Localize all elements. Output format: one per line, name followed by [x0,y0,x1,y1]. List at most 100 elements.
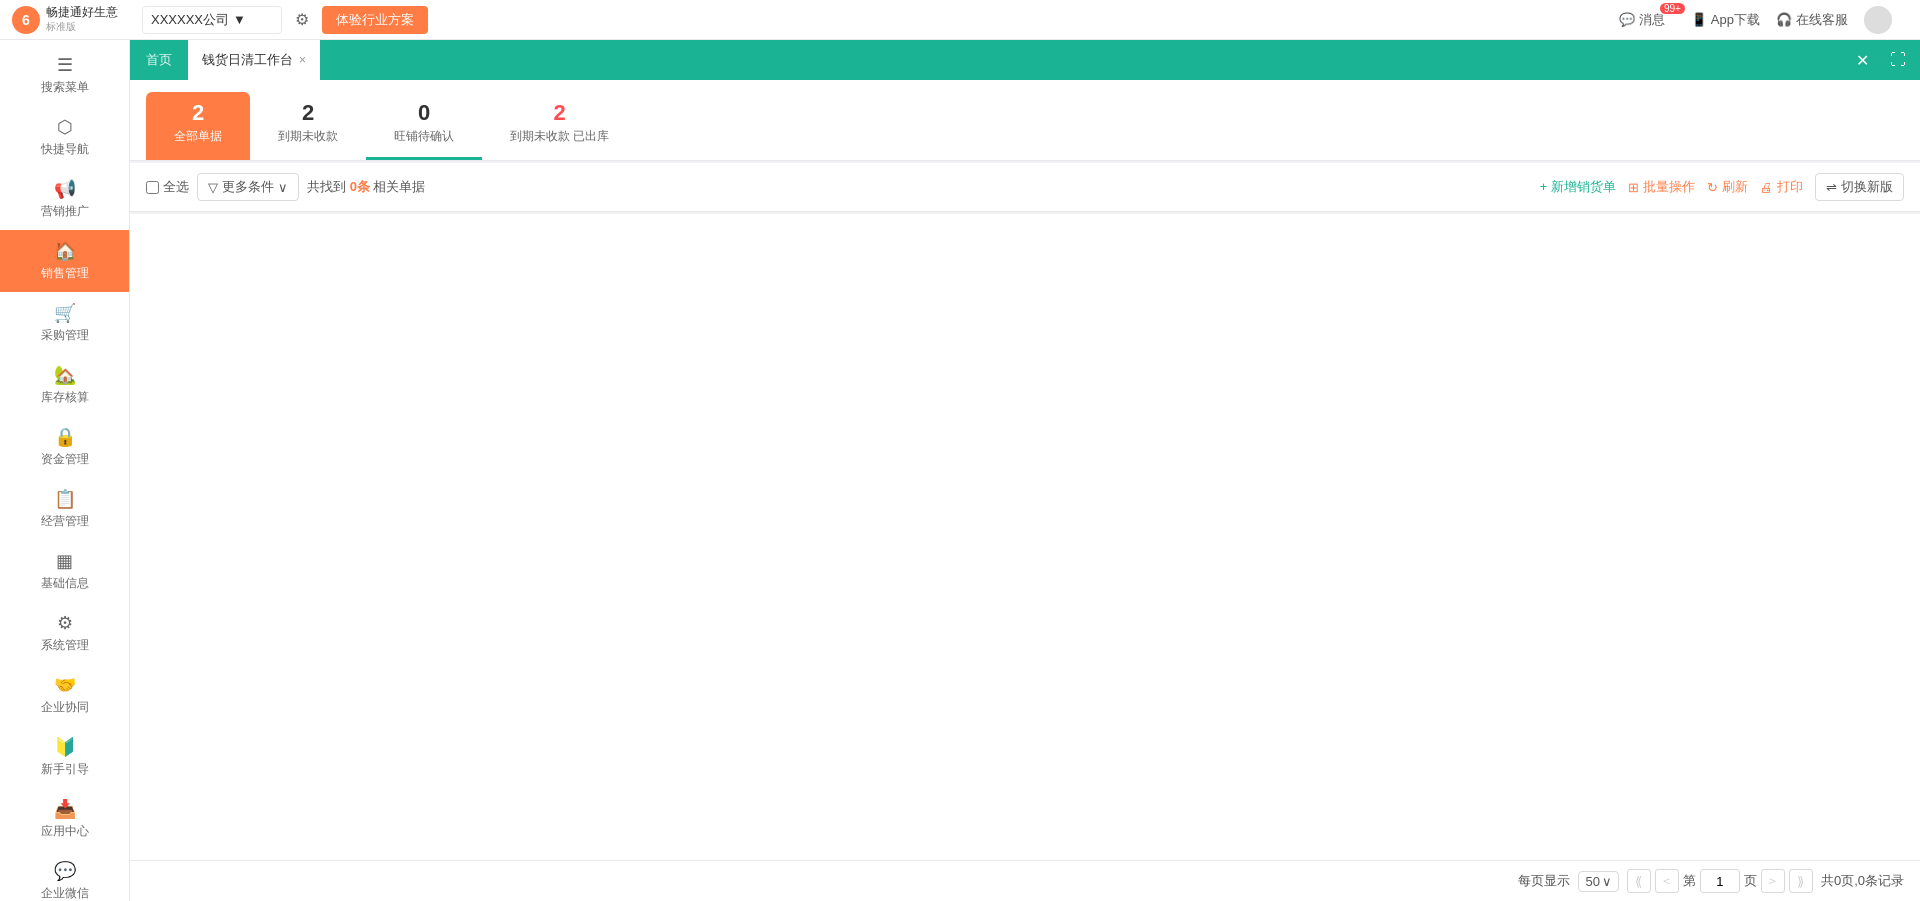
tab-active-label: 钱货日清工作台 [202,51,293,69]
tab-bar-actions: ✕ ⛶ [1848,46,1920,74]
purchase-icon: 🛒 [54,302,76,324]
sidebar-label-purchase: 采购管理 [41,327,89,344]
tab-close-icon[interactable]: × [299,53,306,67]
company-name: XXXXXX公司 [151,11,229,29]
settings-button[interactable]: ⚙ [288,6,316,34]
stat-number-overdue-shipped: 2 [554,100,566,126]
sidebar-item-inventory[interactable]: 🏡 库存核算 [0,354,129,416]
found-prefix: 共找到 [307,179,346,194]
logo-text-block: 畅捷通好生意 标准版 [46,5,118,35]
stat-label-overdue: 到期未收款 [278,128,338,145]
batch-op-button[interactable]: ⊞ 批量操作 [1628,178,1695,196]
sidebar-label-app-center: 应用中心 [41,823,89,840]
message-button[interactable]: 💬 消息 99+ [1619,11,1675,29]
page-prev-button[interactable]: ＜ [1655,869,1679,893]
stat-tab-all[interactable]: 2 全部单据 [146,92,250,160]
stat-label-wangpu: 旺铺待确认 [394,128,454,145]
sidebar-label-sales: 销售管理 [41,265,89,282]
switch-icon: ⇌ [1826,180,1837,195]
stat-tab-overdue-shipped[interactable]: 2 到期未收款 已出库 [482,92,637,160]
marketing-icon: 📢 [54,178,76,200]
batch-op-icon: ⊞ [1628,180,1639,195]
sidebar-item-cooperation[interactable]: 🤝 企业协同 [0,664,129,726]
refresh-button[interactable]: ↻ 刷新 [1707,178,1748,196]
basic-info-icon: ▦ [56,550,73,572]
table-area [130,214,1920,860]
select-all-input[interactable] [146,181,159,194]
stats-row: 2 全部单据 2 到期未收款 0 旺铺待确认 2 到期未收款 已出库 [130,80,1920,161]
sidebar-label-system: 系统管理 [41,637,89,654]
sidebar-item-app-center[interactable]: 📥 应用中心 [0,788,129,850]
sidebar-label-basic-info: 基础信息 [41,575,89,592]
page-size-value: 50 [1585,874,1599,889]
message-label: 消息 [1639,11,1665,29]
sidebar-item-basic-info[interactable]: ▦ 基础信息 [0,540,129,602]
tab-bar: 首页 钱货日清工作台 × ✕ ⛶ [130,40,1920,80]
right-panel: 首页 钱货日清工作台 × ✕ ⛶ 2 全部单据 [130,40,1920,901]
sidebar-item-search-menu[interactable]: ☰ 搜索菜单 [0,44,129,106]
page-input[interactable] [1700,869,1740,893]
search-menu-icon: ☰ [57,54,73,76]
chevron-down-icon: ▼ [233,12,246,27]
found-text: 共找到 0条 相关单据 [307,178,425,196]
company-selector[interactable]: XXXXXX公司 ▼ [142,6,282,34]
sidebar-label-finance: 资金管理 [41,451,89,468]
logo-icon: 6 [12,6,40,34]
found-count: 0条 [350,179,370,194]
sidebar-item-purchase[interactable]: 🛒 采购管理 [0,292,129,354]
found-suffix: 相关单据 [373,179,425,194]
stat-tab-wangpu[interactable]: 0 旺铺待确认 [366,92,482,160]
sidebar-label-enterprise-wechat: 企业微信 [41,885,89,901]
sidebar: ☰ 搜索菜单 ⬡ 快捷导航 📢 营销推广 🏠 销售管理 🛒 采购管理 🏡 库存核… [0,40,130,901]
app-download-label: App下载 [1711,11,1760,29]
sidebar-label-search-menu: 搜索菜单 [41,79,89,96]
print-label: 打印 [1777,178,1803,196]
switch-version-button[interactable]: ⇌ 切换新版 [1815,173,1904,201]
header-right: 💬 消息 99+ 📱 App下载 🎧 在线客服 [1619,6,1908,34]
refresh-icon: ↻ [1707,180,1718,195]
quick-nav-icon: ⬡ [57,116,73,138]
gear-icon: ⚙ [295,10,309,29]
app-center-icon: 📥 [54,798,76,820]
stat-tab-overdue-collection[interactable]: 2 到期未收款 [250,92,366,160]
print-button[interactable]: 🖨 打印 [1760,178,1803,196]
page-first-button[interactable]: ⟪ [1627,869,1651,893]
avatar[interactable] [1864,6,1892,34]
tab-close-window-button[interactable]: ✕ [1848,46,1876,74]
select-all-checkbox[interactable]: 全选 [146,178,189,196]
stat-label-overdue-shipped: 到期未收款 已出库 [510,128,609,145]
sidebar-item-marketing[interactable]: 📢 营销推广 [0,168,129,230]
tab-home[interactable]: 首页 [130,40,188,80]
close-window-icon: ✕ [1856,51,1869,70]
sales-icon: 🏠 [54,240,76,262]
enterprise-wechat-icon: 💬 [54,860,76,882]
sidebar-item-sales[interactable]: 🏠 销售管理 [0,230,129,292]
new-sales-button[interactable]: + 新增销货单 [1540,178,1616,196]
page-last-button[interactable]: ⟫ [1789,869,1813,893]
sidebar-item-guide[interactable]: 🔰 新手引导 [0,726,129,788]
app-icon: 📱 [1691,12,1707,27]
app-name: 畅捷通好生意 [46,5,118,21]
online-service-label: 在线客服 [1796,11,1848,29]
sidebar-item-enterprise-wechat[interactable]: 💬 企业微信 [0,850,129,901]
select-all-label: 全选 [163,178,189,196]
print-icon: 🖨 [1760,180,1773,195]
toolbar: 全选 ▽ 更多条件 ∨ 共找到 0条 相关单据 + 新增销货单 ⊞ 批量操 [130,163,1920,212]
page-size-select[interactable]: 50 ∨ [1578,871,1618,892]
page-nav: ⟪ ＜ 第 页 ＞ ⟫ [1627,869,1813,893]
online-service-button[interactable]: 🎧 在线客服 [1776,11,1848,29]
more-filter-button[interactable]: ▽ 更多条件 ∨ [197,173,299,201]
sidebar-item-system[interactable]: ⚙ 系统管理 [0,602,129,664]
page-label-suffix: 页 [1744,872,1757,890]
sidebar-item-quick-nav[interactable]: ⬡ 快捷导航 [0,106,129,168]
sidebar-item-operation[interactable]: 📋 经营管理 [0,478,129,540]
sidebar-label-quick-nav: 快捷导航 [41,141,89,158]
tab-expand-button[interactable]: ⛶ [1884,46,1912,74]
page-next-button[interactable]: ＞ [1761,869,1785,893]
tab-active[interactable]: 钱货日清工作台 × [188,40,320,80]
sidebar-item-finance[interactable]: 🔒 资金管理 [0,416,129,478]
inventory-icon: 🏡 [54,364,76,386]
trial-button[interactable]: 体验行业方案 [322,6,428,34]
app-download-button[interactable]: 📱 App下载 [1691,11,1760,29]
filter-icon: ▽ [208,180,218,195]
